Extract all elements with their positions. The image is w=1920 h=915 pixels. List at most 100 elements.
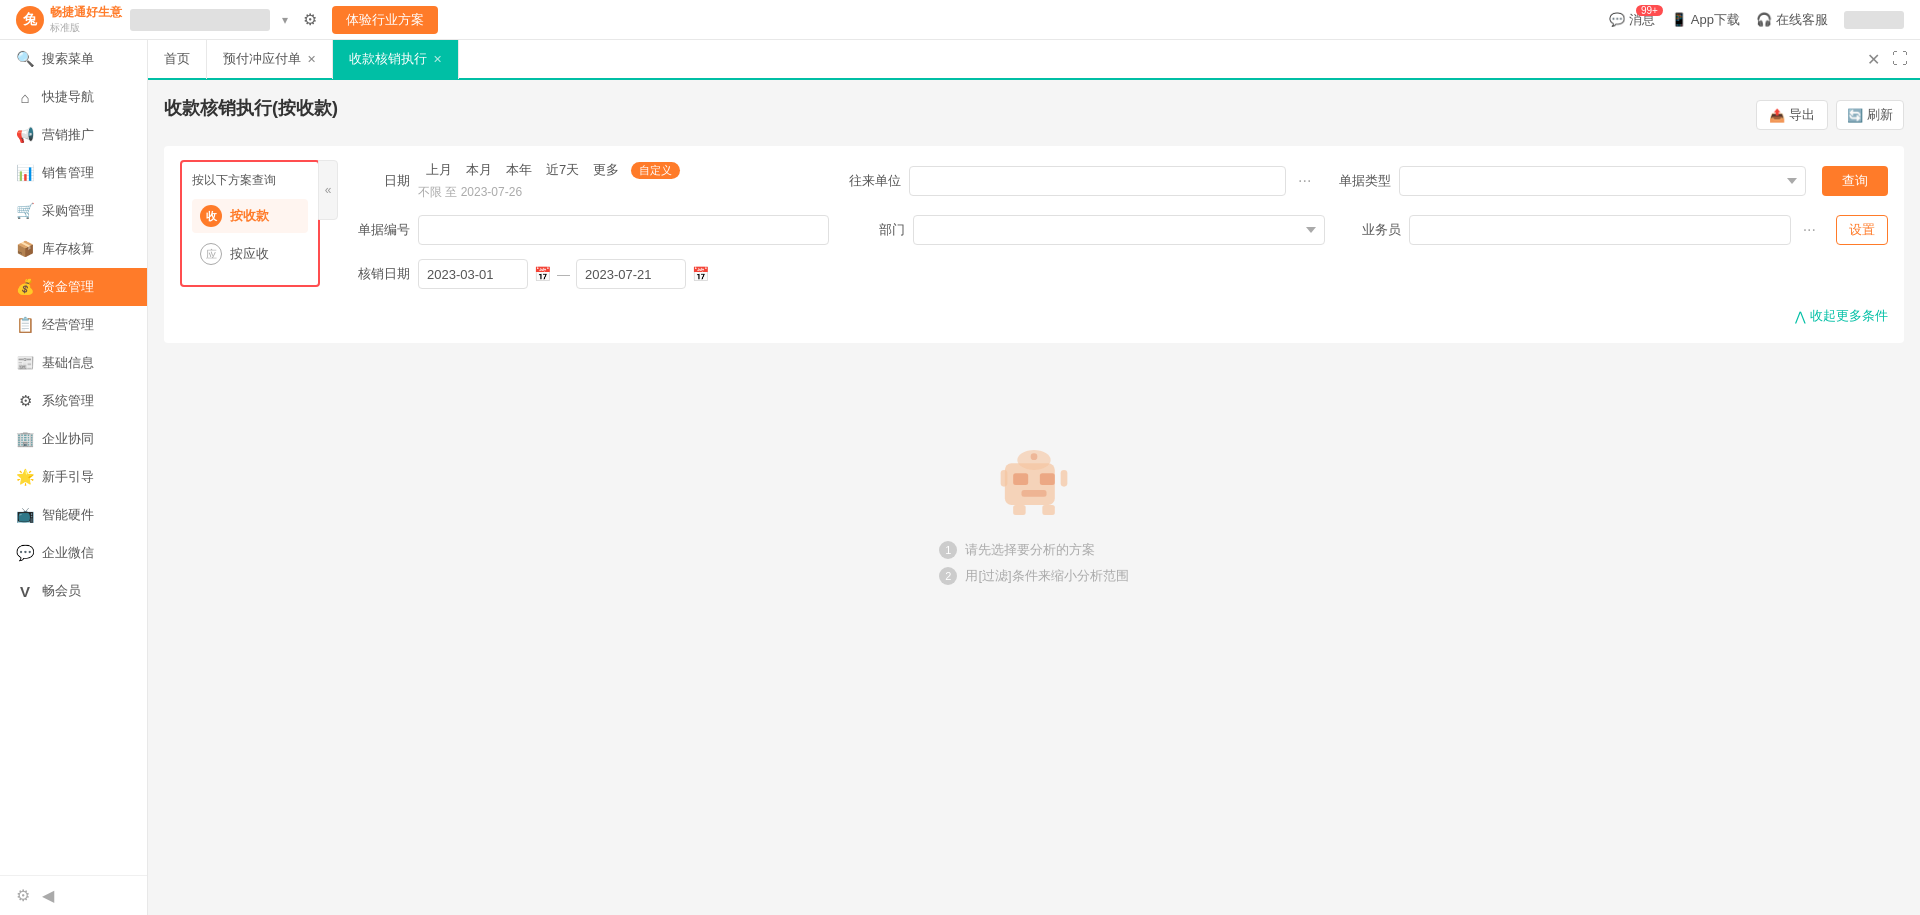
verify-date-end-calendar-icon[interactable]: 📅 <box>692 266 709 282</box>
app-download-item[interactable]: 📱 App下载 <box>1671 11 1740 29</box>
message-icon: 💬 <box>1609 12 1625 27</box>
svg-rect-4 <box>1001 470 1008 487</box>
dept-select[interactable] <box>913 215 1324 245</box>
sidebar-item-guide[interactable]: 🌟 新手引导 <box>0 458 147 496</box>
doc-no-input[interactable] <box>418 215 829 245</box>
sidebar-item-basic-info[interactable]: 📰 基础信息 <box>0 344 147 382</box>
settings-button-wrapper: 设置 <box>1836 215 1888 245</box>
quick-date-7days[interactable]: 近7天 <box>542 160 583 180</box>
sidebar-item-search[interactable]: 🔍 搜索菜单 <box>0 40 147 78</box>
refresh-button[interactable]: 🔄 刷新 <box>1836 100 1904 130</box>
sidebar-settings-icon[interactable]: ⚙ <box>16 886 30 905</box>
quick-date-this-month[interactable]: 本月 <box>462 160 496 180</box>
top-bar: 兔 畅捷通好生意 标准版 ▾ ⚙ 体验行业方案 💬 消息 99+ 📱 App下载… <box>0 0 1920 40</box>
tab-close-all-icon[interactable]: ✕ <box>1863 46 1884 73</box>
message-item[interactable]: 💬 消息 99+ <box>1609 11 1655 29</box>
sidebar-item-hardware[interactable]: 📺 智能硬件 <box>0 496 147 534</box>
staff-label: 业务员 <box>1341 221 1401 239</box>
doc-type-field: 单据类型 <box>1331 166 1806 196</box>
sidebar-item-quick-nav[interactable]: ⌂ 快捷导航 <box>0 78 147 116</box>
dept-field: 部门 <box>845 215 1324 245</box>
sidebar-item-purchase[interactable]: 🛒 采购管理 <box>0 192 147 230</box>
quick-dates: 上月 本月 本年 近7天 更多 自定义 <box>422 160 680 180</box>
refresh-icon: 🔄 <box>1847 108 1863 123</box>
sidebar-item-system[interactable]: ⚙ 系统管理 <box>0 382 147 420</box>
online-service-label: 在线客服 <box>1776 11 1828 29</box>
filter-receivable-icon: 应 <box>200 243 222 265</box>
collapse-more-row: ⋀ 收起更多条件 <box>350 303 1888 329</box>
verify-date-end-input[interactable] <box>576 259 686 289</box>
tab-receipt[interactable]: 收款核销执行 ✕ <box>333 40 459 79</box>
sidebar-item-funds[interactable]: 💰 资金管理 <box>0 268 147 306</box>
staff-ellipsis-icon[interactable]: ··· <box>1799 221 1820 239</box>
svg-point-9 <box>1031 453 1038 460</box>
sidebar-item-enterprise[interactable]: 🏢 企业协同 <box>0 420 147 458</box>
query-button-wrapper: 查询 <box>1822 166 1888 196</box>
doc-type-label: 单据类型 <box>1331 172 1391 190</box>
sidebar-item-wechat[interactable]: 💬 企业微信 <box>0 534 147 572</box>
sidebar-label-hardware: 智能硬件 <box>42 506 94 524</box>
sidebar-item-operations[interactable]: 📋 经营管理 <box>0 306 147 344</box>
collapse-more-button[interactable]: ⋀ 收起更多条件 <box>1795 307 1888 325</box>
counterpart-label: 往来单位 <box>841 172 901 190</box>
verify-date-group: 📅 — 📅 <box>418 259 709 289</box>
purchase-icon: 🛒 <box>16 202 34 220</box>
sidebar-item-inventory[interactable]: 📦 库存核算 <box>0 230 147 268</box>
tab-home[interactable]: 首页 <box>148 40 207 79</box>
query-button[interactable]: 查询 <box>1822 166 1888 196</box>
sidebar-label-funds: 资金管理 <box>42 278 94 296</box>
sidebar-collapse-icon[interactable]: ◀ <box>42 886 54 905</box>
page-header-right: 📤 导出 🔄 刷新 <box>1756 100 1904 130</box>
sidebar-item-marketing[interactable]: 📢 营销推广 <box>0 116 147 154</box>
solution-button[interactable]: 体验行业方案 <box>332 6 438 34</box>
date-field: 日期 上月 本月 本年 近7天 更多 自定义 <box>350 160 825 201</box>
empty-robot-illustration <box>984 435 1084 525</box>
guide-icon: 🌟 <box>16 468 34 486</box>
quick-date-more[interactable]: 更多 <box>589 160 623 180</box>
staff-input[interactable] <box>1409 215 1791 245</box>
tab-prepay[interactable]: 预付冲应付单 ✕ <box>207 40 333 79</box>
inventory-icon: 📦 <box>16 240 34 258</box>
custom-tag[interactable]: 自定义 <box>631 162 680 179</box>
company-selector[interactable] <box>130 9 270 31</box>
tab-receipt-close-icon[interactable]: ✕ <box>433 53 442 66</box>
online-service-item[interactable]: 🎧 在线客服 <box>1756 11 1828 29</box>
sidebar-label-operations: 经营管理 <box>42 316 94 334</box>
brand-name-block: 畅捷通好生意 标准版 <box>50 4 122 35</box>
user-name[interactable] <box>1844 11 1904 29</box>
tab-bar-actions: ✕ ⛶ <box>1863 46 1920 73</box>
verify-date-start-input[interactable] <box>418 259 528 289</box>
brand-name: 畅捷通好生意 <box>50 4 122 21</box>
filter-option-receipt[interactable]: 收 按收款 <box>192 199 308 233</box>
doc-type-select[interactable] <box>1399 166 1806 196</box>
tab-prepay-close-icon[interactable]: ✕ <box>307 53 316 66</box>
sidebar-label-inventory: 库存核算 <box>42 240 94 258</box>
filter-receipt-icon: 收 <box>200 205 222 227</box>
filter-option-receivable[interactable]: 应 按应收 <box>192 237 308 271</box>
counterpart-ellipsis-icon[interactable]: ··· <box>1294 172 1315 190</box>
tab-bar: 首页 预付冲应付单 ✕ 收款核销执行 ✕ ✕ ⛶ <box>148 40 1920 80</box>
chevron-down-icon[interactable]: ▾ <box>282 13 288 27</box>
filter-sidebar-title: 按以下方案查询 <box>192 172 308 189</box>
settings-button[interactable]: 设置 <box>1836 215 1888 245</box>
filter-sidebar: 按以下方案查询 收 按收款 应 按应收 <box>180 160 320 287</box>
sidebar-bottom: ⚙ ◀ <box>0 875 147 915</box>
sidebar-item-member[interactable]: V 畅会员 <box>0 572 147 610</box>
settings-icon[interactable]: ⚙ <box>296 6 324 34</box>
quick-date-this-year[interactable]: 本年 <box>502 160 536 180</box>
svg-rect-2 <box>1040 473 1055 485</box>
svg-rect-1 <box>1013 473 1028 485</box>
counterpart-input[interactable] <box>909 166 1286 196</box>
sidebar-label-search: 搜索菜单 <box>42 50 94 68</box>
top-bar-left: 兔 畅捷通好生意 标准版 ▾ ⚙ 体验行业方案 <box>16 4 438 35</box>
sidebar-label-quick-nav: 快捷导航 <box>42 88 94 106</box>
sidebar-item-sales[interactable]: 📊 销售管理 <box>0 154 147 192</box>
top-bar-right: 💬 消息 99+ 📱 App下载 🎧 在线客服 <box>1609 11 1904 29</box>
filter-layout: 按以下方案查询 收 按收款 应 按应收 « <box>180 160 1888 329</box>
filter-row-1: 日期 上月 本月 本年 近7天 更多 自定义 <box>350 160 1888 201</box>
tab-expand-icon[interactable]: ⛶ <box>1888 46 1912 72</box>
quick-date-last-month[interactable]: 上月 <box>422 160 456 180</box>
export-button[interactable]: 📤 导出 <box>1756 100 1828 130</box>
verify-date-start-calendar-icon[interactable]: 📅 <box>534 266 551 282</box>
filter-collapse-button[interactable]: « <box>318 160 338 220</box>
